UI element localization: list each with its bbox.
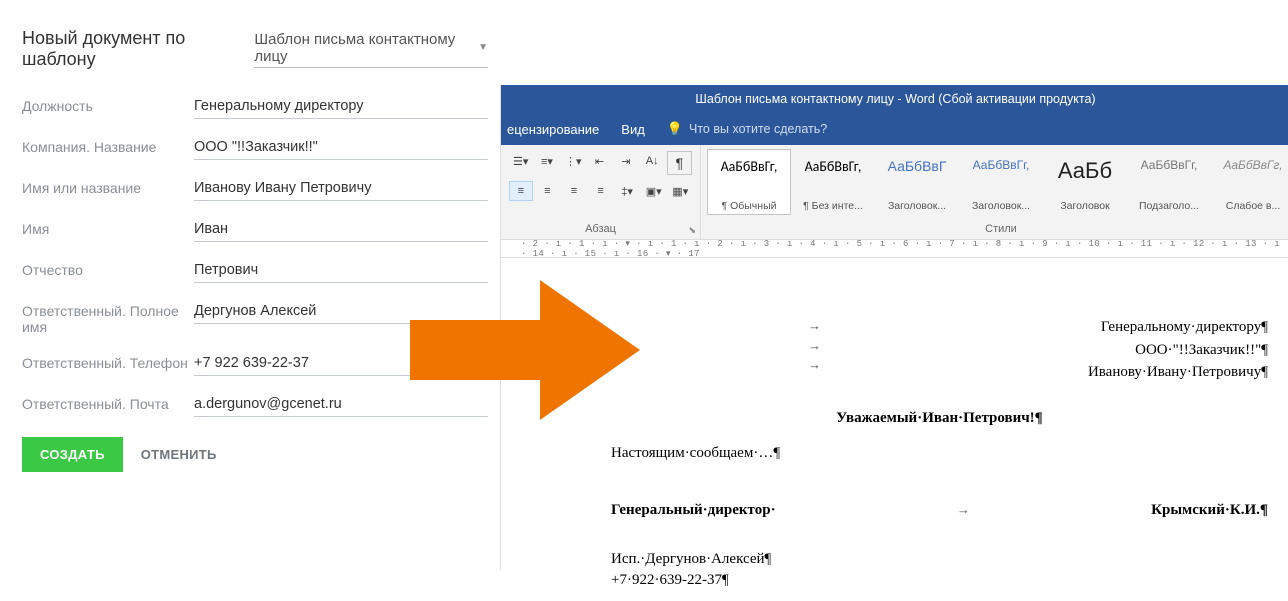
word-tabbar: ецензирование Вид 💡 Что вы хотите сделат… (501, 113, 1288, 145)
doc-signer-title: Генеральный·директор· (611, 502, 776, 519)
input-company[interactable] (194, 135, 488, 160)
style-weak[interactable]: АаБбВвГг, Слабое в... (1211, 149, 1288, 215)
input-position[interactable] (194, 94, 488, 119)
doc-addr-line3: Иванову·Ивану·Петровичу¶ (1088, 361, 1268, 384)
style-nospace[interactable]: АаБбВвГг, ¶ Без инте... (791, 149, 875, 215)
label-resp-email: Ответственный. Почта (22, 392, 194, 412)
doc-salutation: Уважаемый·Иван·Петрович!¶ (611, 410, 1268, 427)
doc-tab-marks: →→→ (611, 316, 821, 384)
input-fullname[interactable] (194, 176, 488, 201)
align-right-button[interactable]: ≡ (562, 181, 586, 201)
template-dropdown[interactable]: Шаблон письма контактному лицу ▼ (254, 31, 488, 68)
form-panel: Новый документ по шаблону Шаблон письма … (0, 0, 510, 500)
style-subtitle[interactable]: АаБбВвГг, Подзаголо... (1127, 149, 1211, 215)
bullet-list-button[interactable]: ☰▾ (509, 151, 532, 171)
create-button[interactable]: СОЗДАТЬ (22, 437, 123, 472)
label-fullname: Имя или название (22, 176, 194, 196)
style-normal[interactable]: АаБбВвГг, ¶ Обычный (707, 149, 791, 215)
doc-signature-row: Генеральный·директор· → Крымский·К.И.¶ (611, 502, 1268, 519)
label-firstname: Имя (22, 217, 194, 237)
numbered-list-button[interactable]: ≡▾ (535, 151, 558, 171)
style-heading2[interactable]: АаБбВвГг, Заголовок... (959, 149, 1043, 215)
doc-footer-line2: +7·922·639-22-37¶ (611, 570, 1268, 591)
doc-addr-line2: ООО·"!!Заказчик!!"¶ (1088, 339, 1268, 362)
label-resp-phone: Ответственный. Телефон (22, 351, 194, 371)
ribbon-group-styles-label: Стили (707, 221, 1288, 235)
cancel-button[interactable]: ОТМЕНИТЬ (141, 447, 217, 462)
template-dropdown-label: Шаблон письма контактному лицу (254, 31, 472, 65)
ribbon: ☰▾ ≡▾ ⋮▾ ⇤ ⇥ A↓ ¶ ≡ ≡ ≡ ≡ ‡▾ ▣▾ ▦▾ (501, 145, 1288, 240)
doc-recipient-block: Генеральному·директору¶ ООО·"!!Заказчик!… (1088, 316, 1268, 384)
word-titlebar: Шаблон письма контактному лицу - Word (С… (501, 85, 1288, 113)
arrow-graphic (410, 280, 640, 420)
ruler-scale: · 2 · ı · 1 · ı · ▾ · ı · 1 · ı · 2 · ı … (521, 239, 1288, 259)
doc-body: Настоящим·сообщаем·…¶ (611, 445, 1268, 462)
decrease-indent-button[interactable]: ⇤ (588, 151, 611, 171)
label-company: Компания. Название (22, 135, 194, 155)
label-patronymic: Отчество (22, 258, 194, 278)
tab-review[interactable]: ецензирование (507, 122, 599, 137)
doc-signer-name: Крымский·К.И.¶ (1151, 502, 1268, 519)
form-header: Новый документ по шаблону Шаблон письма … (22, 28, 488, 70)
input-firstname[interactable] (194, 217, 488, 242)
multilevel-list-button[interactable]: ⋮▾ (562, 151, 585, 171)
shading-button[interactable]: ▣▾ (642, 181, 666, 201)
paragraph-dialog-launcher[interactable]: ⬊ (688, 225, 696, 236)
bulb-icon: 💡 (667, 121, 683, 137)
style-heading3[interactable]: АаБб Заголовок (1043, 149, 1127, 215)
tell-me-placeholder: Что вы хотите сделать? (689, 122, 827, 136)
word-title: Шаблон письма контактному лицу - Word (С… (695, 92, 1095, 106)
label-position: Должность (22, 94, 194, 114)
form-title: Новый документ по шаблону (22, 28, 244, 70)
align-justify-button[interactable]: ≡ (589, 181, 613, 201)
borders-button[interactable]: ▦▾ (668, 181, 692, 201)
tab-view[interactable]: Вид (621, 122, 645, 137)
line-spacing-button[interactable]: ‡▾ (615, 181, 639, 201)
sort-button[interactable]: A↓ (640, 151, 663, 171)
ribbon-group-paragraph-label: Абзац (509, 221, 692, 235)
align-center-button[interactable]: ≡ (536, 181, 560, 201)
tell-me-box[interactable]: 💡 Что вы хотите сделать? (667, 121, 827, 137)
doc-footer-line1: Исп.·Дергунов·Алексей¶ (611, 549, 1268, 570)
style-heading1[interactable]: АаБбВвГ Заголовок... (875, 149, 959, 215)
doc-sign-tab: → (957, 502, 970, 519)
ribbon-group-paragraph: ☰▾ ≡▾ ⋮▾ ⇤ ⇥ A↓ ¶ ≡ ≡ ≡ ≡ ‡▾ ▣▾ ▦▾ (501, 145, 701, 239)
doc-addr-line1: Генеральному·директору¶ (1088, 316, 1268, 339)
chevron-down-icon: ▼ (478, 42, 488, 53)
pilcrow-toggle-button[interactable]: ¶ (667, 151, 692, 175)
label-resp-name: Ответственный. Полное имя (22, 299, 194, 335)
align-left-button[interactable]: ≡ (509, 181, 533, 201)
ruler[interactable]: · 2 · ı · 1 · ı · ▾ · ı · 1 · ı · 2 · ı … (501, 240, 1288, 258)
increase-indent-button[interactable]: ⇥ (614, 151, 637, 171)
styles-gallery: АаБбВвГг, ¶ Обычный АаБбВвГг, ¶ Без инте… (707, 149, 1288, 215)
ribbon-group-styles: АаБбВвГг, ¶ Обычный АаБбВвГг, ¶ Без инте… (701, 145, 1288, 239)
